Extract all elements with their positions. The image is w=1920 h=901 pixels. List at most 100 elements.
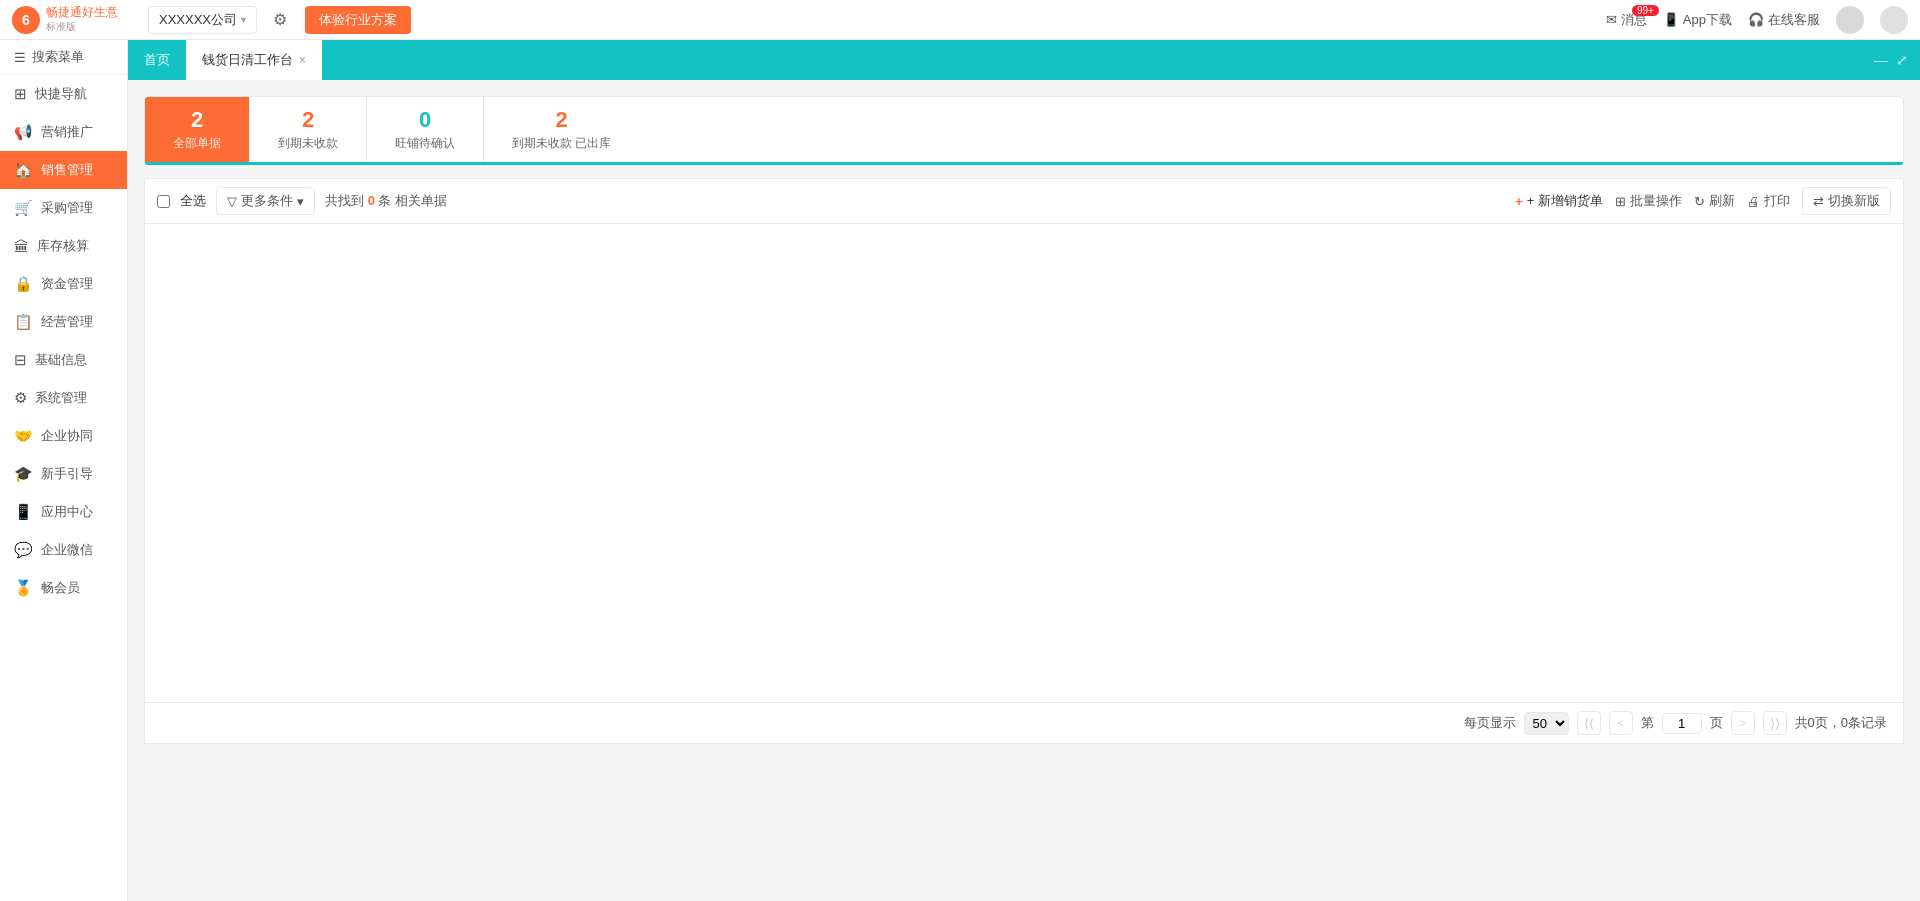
- per-page-label: 每页显示: [1464, 714, 1516, 732]
- chevron-down-icon: ▾: [241, 14, 246, 25]
- member-icon: 🏅: [14, 579, 33, 597]
- page-unit: 页: [1710, 714, 1723, 732]
- batch-icon: ⊞: [1615, 194, 1626, 209]
- wechat-icon: 💬: [14, 541, 33, 559]
- stat-tab-pending[interactable]: 0 旺铺待确认: [367, 97, 484, 162]
- stat-label-shipped: 到期未收款 已出库: [512, 135, 611, 152]
- tab-minimize-icon[interactable]: —: [1874, 52, 1888, 68]
- chevron-down-icon-filter: ▾: [297, 194, 304, 209]
- avatar[interactable]: [1836, 6, 1864, 34]
- search-icon: ☰: [14, 50, 26, 65]
- print-button[interactable]: 🖨 打印: [1747, 192, 1790, 210]
- company-selector[interactable]: XXXXXX公司 ▾: [148, 6, 257, 34]
- download-icon: 📱: [1663, 12, 1679, 27]
- select-all-checkbox[interactable]: [157, 195, 170, 208]
- refresh-button[interactable]: ↻ 刷新: [1694, 192, 1735, 210]
- logo-badge: 标准版: [46, 20, 118, 34]
- stat-num-shipped: 2: [512, 107, 611, 133]
- guide-icon: 🎓: [14, 465, 33, 483]
- stat-num-all: 2: [173, 107, 221, 133]
- sidebar-item-purchase[interactable]: 🛒 采购管理: [0, 189, 127, 227]
- add-sale-order-button[interactable]: + + 新增销货单: [1515, 192, 1603, 210]
- logo-text: 畅捷通好生意: [46, 5, 118, 21]
- online-service-btn[interactable]: 🎧 在线客服: [1748, 11, 1820, 29]
- tab-bar: 首页 钱货日清工作台 × — ⤢: [128, 40, 1920, 80]
- prev-page-button[interactable]: ＜: [1609, 711, 1633, 735]
- toolbar-left: 全选 ▽ 更多条件 ▾ 共找到 0 条 相关单据: [157, 187, 447, 215]
- stat-num-overdue: 2: [278, 107, 338, 133]
- purchase-icon: 🛒: [14, 199, 33, 217]
- sidebar-item-wechat[interactable]: 💬 企业微信: [0, 531, 127, 569]
- sidebar-item-sales[interactable]: 🏠 销售管理: [0, 151, 127, 189]
- first-page-button[interactable]: ⟨⟨: [1577, 711, 1601, 735]
- tab-home[interactable]: 首页: [128, 40, 186, 80]
- stat-label-all: 全部单据: [173, 135, 221, 152]
- tab-close-icon[interactable]: ×: [299, 53, 306, 67]
- toolbar-right: + + 新增销货单 ⊞ 批量操作 ↻ 刷新 🖨 打印 ⇄ 切换新版: [1515, 187, 1891, 215]
- stat-num-pending: 0: [395, 107, 455, 133]
- message-icon: ✉: [1606, 12, 1617, 27]
- more-filters-button[interactable]: ▽ 更多条件 ▾: [216, 187, 315, 215]
- sales-icon: 🏠: [14, 161, 33, 179]
- page-input[interactable]: [1662, 713, 1702, 734]
- tab-maximize-icon[interactable]: ⤢: [1896, 52, 1908, 68]
- message-btn[interactable]: ✉ 消息 99+: [1606, 11, 1647, 29]
- appcenter-icon: 📱: [14, 503, 33, 521]
- sidebar-item-appcenter[interactable]: 📱 应用中心: [0, 493, 127, 531]
- sidebar-item-finance[interactable]: 🔒 资金管理: [0, 265, 127, 303]
- found-count: 0: [368, 193, 375, 208]
- logo-area: 6 畅捷通好生意 标准版: [12, 5, 140, 35]
- stat-tab-overdue[interactable]: 2 到期未收款: [250, 97, 367, 162]
- sidebar-item-guide[interactable]: 🎓 新手引导: [0, 455, 127, 493]
- system-icon: ⚙: [14, 389, 27, 407]
- experience-button[interactable]: 体验行业方案: [305, 6, 411, 34]
- table-area: [144, 223, 1904, 703]
- sidebar-item-basic[interactable]: ⊟ 基础信息: [0, 341, 127, 379]
- switch-icon: ⇄: [1813, 194, 1824, 209]
- corp-icon: 🤝: [14, 427, 33, 445]
- inventory-icon: 🏛: [14, 238, 29, 255]
- switch-new-version-button[interactable]: ⇄ 切换新版: [1802, 187, 1891, 215]
- finance-icon: 🔒: [14, 275, 33, 293]
- tab-bar-actions: — ⤢: [1874, 52, 1920, 68]
- logo-icon: 6: [12, 6, 40, 34]
- print-icon: 🖨: [1747, 194, 1760, 209]
- found-text: 共找到 0 条 相关单据: [325, 192, 447, 210]
- message-badge: 99+: [1632, 5, 1659, 16]
- stat-tab-shipped[interactable]: 2 到期未收款 已出库: [484, 97, 639, 162]
- batch-operation-button[interactable]: ⊞ 批量操作: [1615, 192, 1682, 210]
- basic-icon: ⊟: [14, 351, 27, 369]
- sidebar: ☰ 搜索菜单 ⊞ 快捷导航 📢 营销推广 🏠 销售管理 🛒 采购管理 🏛 库存核…: [0, 40, 128, 901]
- grid-icon: ⊞: [14, 85, 27, 103]
- sidebar-item-member[interactable]: 🏅 畅会员: [0, 569, 127, 607]
- user-avatar-placeholder: [1880, 6, 1908, 34]
- total-info: 共0页，0条记录: [1795, 714, 1887, 732]
- service-icon: 🎧: [1748, 12, 1764, 27]
- settings-icon[interactable]: ⚙: [265, 5, 295, 35]
- sidebar-item-inventory[interactable]: 🏛 库存核算: [0, 227, 127, 265]
- app-download-btn[interactable]: 📱 App下载: [1663, 11, 1732, 29]
- sidebar-item-corp[interactable]: 🤝 企业协同: [0, 417, 127, 455]
- last-page-button[interactable]: ⟩⟩: [1763, 711, 1787, 735]
- next-page-button[interactable]: ＞: [1731, 711, 1755, 735]
- sidebar-item-operation[interactable]: 📋 经营管理: [0, 303, 127, 341]
- sidebar-item-quick-nav[interactable]: ⊞ 快捷导航: [0, 75, 127, 113]
- operation-icon: 📋: [14, 313, 33, 331]
- stat-label-overdue: 到期未收款: [278, 135, 338, 152]
- tab-workbench[interactable]: 钱货日清工作台 ×: [186, 40, 322, 80]
- plus-icon: +: [1515, 194, 1523, 209]
- marketing-icon: 📢: [14, 123, 33, 141]
- page-label: 第: [1641, 714, 1654, 732]
- sidebar-item-marketing[interactable]: 📢 营销推广: [0, 113, 127, 151]
- refresh-icon: ↻: [1694, 194, 1705, 209]
- pagination-bar: 每页显示 50 ⟨⟨ ＜ 第 页 ＞ ⟩⟩ 共0页，0条记录: [144, 703, 1904, 744]
- main-content: 2 全部单据 2 到期未收款 0 旺铺待确认 2 到期未收款 已出库 全选 ▽: [128, 80, 1920, 901]
- per-page-select[interactable]: 50: [1524, 712, 1569, 735]
- header-right: ✉ 消息 99+ 📱 App下载 🎧 在线客服: [1606, 6, 1908, 34]
- stat-label-pending: 旺铺待确认: [395, 135, 455, 152]
- sidebar-search-menu[interactable]: ☰ 搜索菜单: [0, 40, 127, 75]
- sidebar-item-system[interactable]: ⚙ 系统管理: [0, 379, 127, 417]
- select-all-label: 全选: [180, 192, 206, 210]
- filter-icon: ▽: [227, 194, 237, 209]
- stat-tab-all[interactable]: 2 全部单据: [145, 97, 250, 162]
